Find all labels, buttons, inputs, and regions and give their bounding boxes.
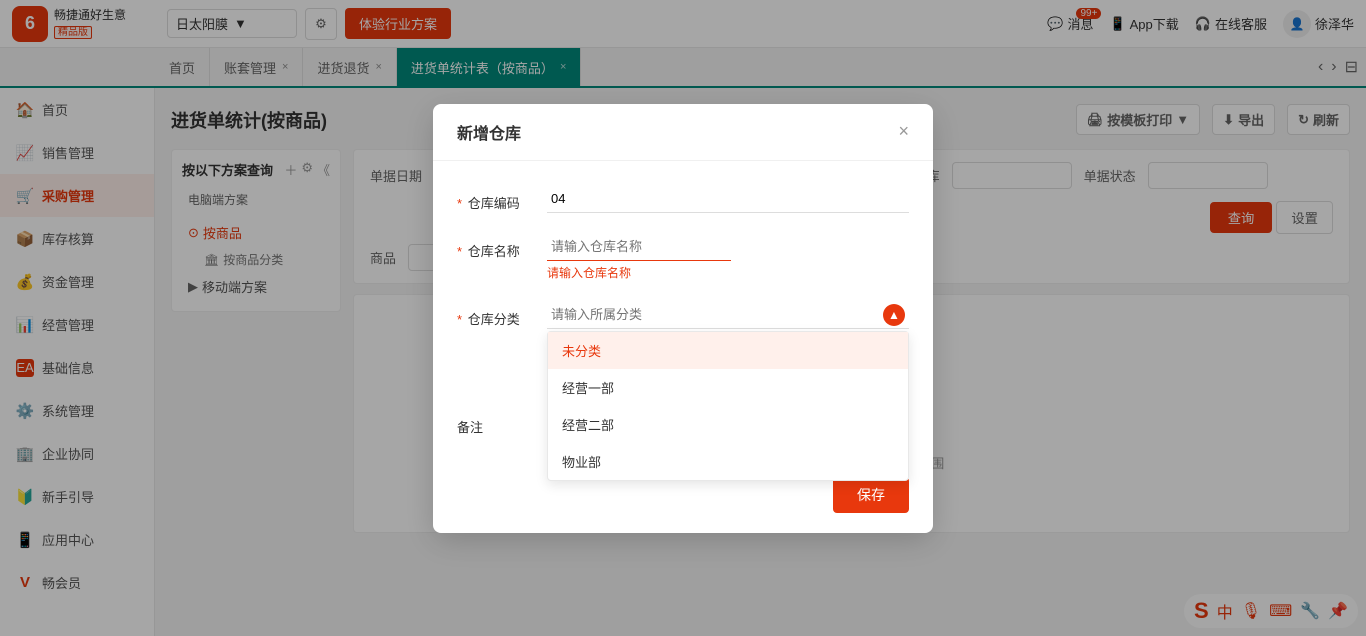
- code-input[interactable]: [547, 185, 909, 213]
- category-label: * 仓库分类: [457, 301, 547, 328]
- note-label: 备注: [457, 409, 547, 436]
- category-toggle-button[interactable]: ▲: [883, 304, 905, 326]
- name-row: * 仓库名称 请输入仓库名称: [457, 233, 909, 281]
- code-row: * 仓库编码: [457, 185, 909, 213]
- dropdown-item-1[interactable]: 经营一部: [548, 369, 908, 406]
- category-input[interactable]: [547, 301, 909, 329]
- category-dropdown: 未分类 经营一部 经营二部 物业部: [547, 331, 909, 481]
- code-label: * 仓库编码: [457, 185, 547, 212]
- dropdown-item-3[interactable]: 物业部: [548, 443, 908, 480]
- category-input-wrap: ▲ 未分类 经营一部 经营二部 物业部: [547, 301, 909, 329]
- modal-new-warehouse: 新增仓库 × * 仓库编码 * 仓库名称: [433, 104, 933, 533]
- dropdown-item-0[interactable]: 未分类: [548, 332, 908, 369]
- dropdown-item-2[interactable]: 经营二部: [548, 406, 908, 443]
- name-input-wrap: [547, 233, 909, 261]
- modal-title: 新增仓库: [457, 120, 521, 144]
- name-input[interactable]: [547, 233, 731, 261]
- name-label: * 仓库名称: [457, 233, 547, 260]
- modal-header: 新增仓库 ×: [433, 104, 933, 161]
- modal-overlay[interactable]: 新增仓库 × * 仓库编码 * 仓库名称: [0, 0, 1366, 636]
- name-error: 请输入仓库名称: [547, 264, 631, 281]
- save-button[interactable]: 保存: [833, 477, 909, 513]
- modal-body: * 仓库编码 * 仓库名称 请输入仓库名称: [433, 161, 933, 465]
- category-row: * 仓库分类 ▲ 未分类 经营一部 经营二部 物业部: [457, 301, 909, 329]
- modal-close-button[interactable]: ×: [898, 121, 909, 142]
